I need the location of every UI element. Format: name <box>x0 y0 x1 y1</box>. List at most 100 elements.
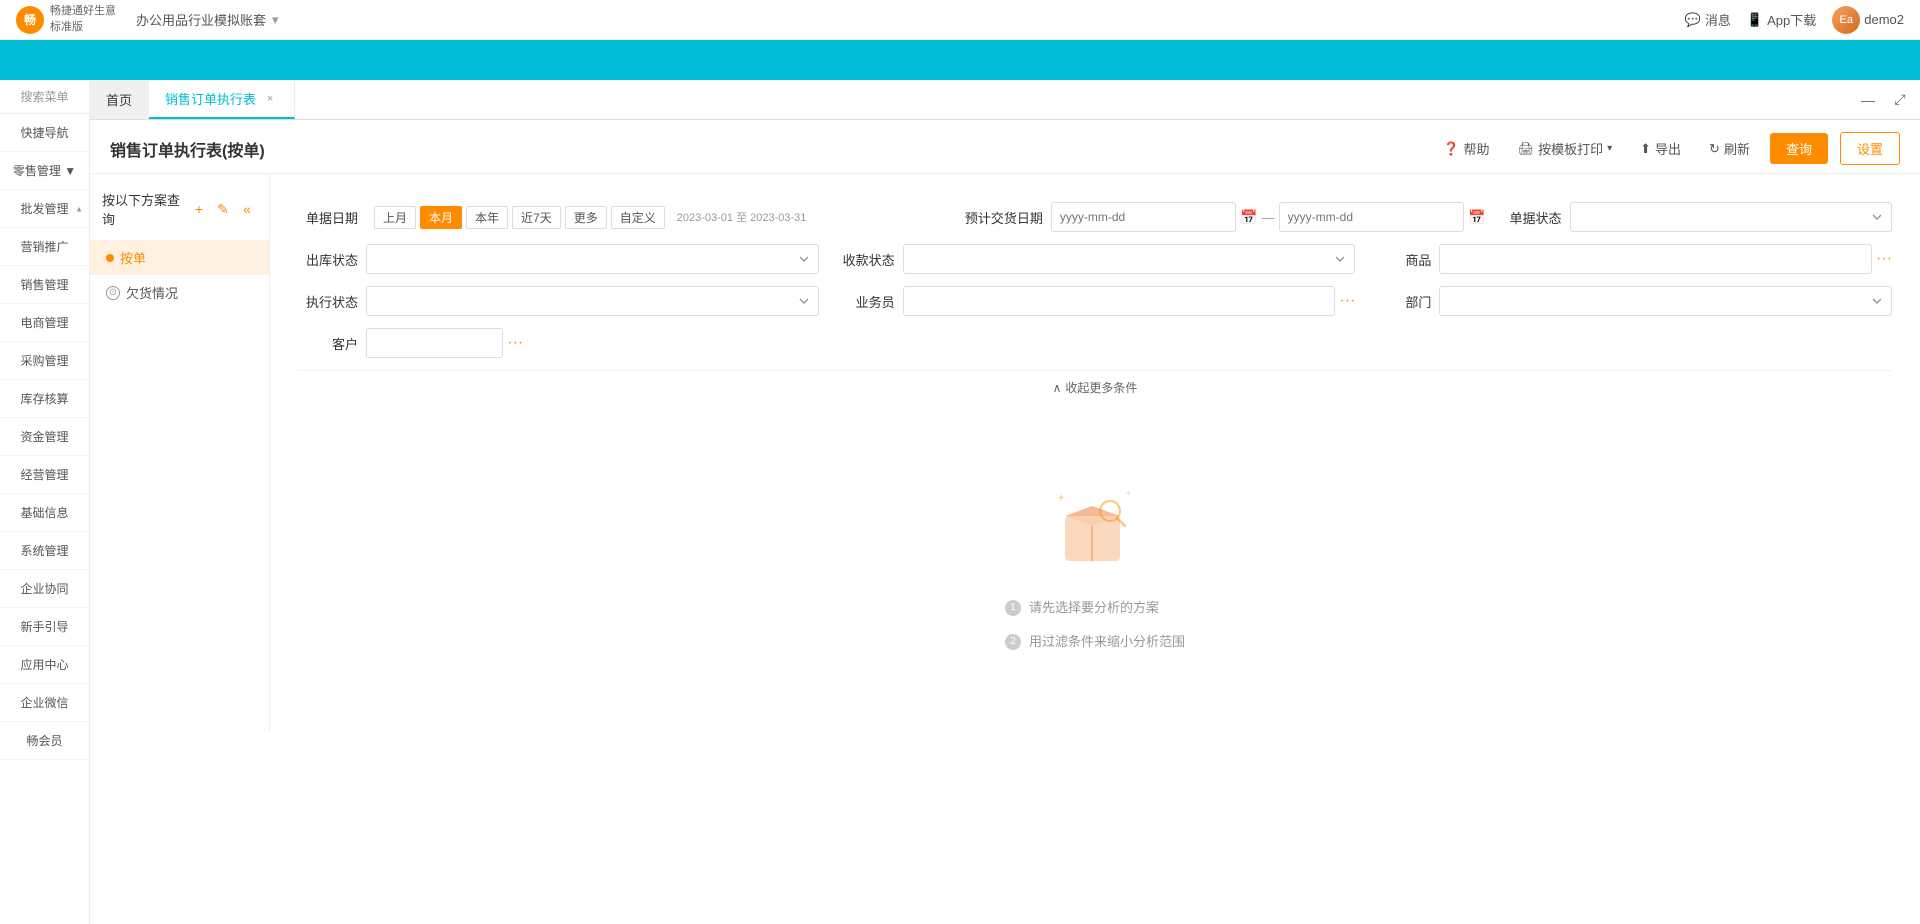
main-layout: 搜索菜单 快捷导航 零售管理 批发管理 营销推广 销售管理 电商管理 采购管理 … <box>0 80 1920 924</box>
filter-row-3: 执行状态 业务员 ··· <box>298 286 1892 316</box>
tab-minimize-button[interactable]: — <box>1856 88 1880 112</box>
empty-hint-2: 2 用过滤条件来缩小分析范围 <box>1005 629 1185 655</box>
salesperson-input[interactable] <box>903 286 1336 316</box>
app-download-button[interactable]: 📱 App下载 <box>1747 10 1816 29</box>
svg-text:✦: ✦ <box>1057 493 1065 504</box>
export-button[interactable]: ⬆ 导出 <box>1632 135 1689 162</box>
message-button[interactable]: 💬 消息 <box>1685 10 1731 29</box>
sidebar-item-app-center[interactable]: 应用中心 <box>0 646 89 684</box>
content-area: 首页 销售订单执行表 × — ⤢ 销售订单执行表(按单) ❓ <box>90 80 1920 924</box>
doc-date-filter: 单据日期 上月 本月 本年 近7天 更多 自定义 <box>298 206 949 229</box>
sidebar-item-wechat[interactable]: 企业微信 <box>0 684 89 722</box>
expected-date-end[interactable] <box>1279 202 1464 232</box>
page-header-actions: ❓ 帮助 🖨 按模板打印 ▾ ⬆ 导出 ↻ <box>1435 132 1900 165</box>
receipt-status-select[interactable] <box>903 244 1356 274</box>
settings-button[interactable]: 设置 <box>1840 132 1900 165</box>
sidebar-item-purchase[interactable]: 采购管理 <box>0 342 89 380</box>
out-status-select[interactable] <box>366 244 819 274</box>
message-icon: 💬 <box>1685 12 1701 28</box>
dept-select[interactable] <box>1439 286 1892 316</box>
collapse-panel-button[interactable]: « <box>237 199 257 219</box>
sidebar-item-quick-nav[interactable]: 快捷导航 <box>0 114 89 152</box>
quick-date-this-month[interactable]: 本月 <box>420 206 462 229</box>
filter-row-2: 出库状态 收款状态 <box>298 244 1892 274</box>
query-button[interactable]: 查询 <box>1770 133 1828 164</box>
header-right: 💬 消息 📱 App下载 Ea demo2 <box>1685 6 1904 34</box>
active-tab-label: 销售订单执行表 <box>165 89 256 108</box>
left-menu-item-backorder[interactable]: ⊙ 欠货情况 <box>90 275 269 310</box>
sidebar-item-system[interactable]: 系统管理 <box>0 532 89 570</box>
help-button[interactable]: ❓ 帮助 <box>1435 135 1497 162</box>
date-range-display: 2023-03-01 至 2023-03-31 <box>677 209 807 225</box>
calendar-start-icon[interactable]: 📅 <box>1240 209 1257 226</box>
sidebar-item-enterprise[interactable]: 企业协同 <box>0 570 89 608</box>
download-icon: 📱 <box>1747 12 1763 28</box>
exec-status-label: 执行状态 <box>298 292 358 311</box>
expected-date-start[interactable] <box>1051 202 1236 232</box>
left-panel-header: 按以下方案查询 + ✎ « <box>90 186 269 232</box>
print-button[interactable]: 🖨 按模板打印 ▾ <box>1510 135 1621 162</box>
sidebar-item-operations[interactable]: 经营管理 <box>0 456 89 494</box>
sidebar-item-basic-info[interactable]: 基础信息 <box>0 494 89 532</box>
salesperson-label: 业务员 <box>835 292 895 311</box>
filter-row-1: 单据日期 上月 本月 本年 近7天 更多 自定义 <box>298 202 1892 232</box>
collapse-icon: ∧ <box>1053 381 1062 395</box>
sidebar-item-guide[interactable]: 新手引导 <box>0 608 89 646</box>
help-icon: ❓ <box>1443 141 1459 157</box>
add-scheme-button[interactable]: + <box>189 199 209 219</box>
quick-date-7days[interactable]: 近7天 <box>512 206 561 229</box>
tab-close-icon[interactable]: × <box>262 91 278 107</box>
sidebar-item-retail[interactable]: 零售管理 <box>0 152 89 190</box>
edit-scheme-button[interactable]: ✎ <box>213 199 233 219</box>
sidebar-search[interactable]: 搜索菜单 <box>0 80 89 114</box>
sidebar-item-member[interactable]: 畅会员 <box>0 722 89 760</box>
doc-status-filter: 单据状态 <box>1502 202 1893 232</box>
refresh-button[interactable]: ↻ 刷新 <box>1701 135 1758 162</box>
search-label: 搜索菜单 <box>20 90 68 104</box>
sidebar-item-inventory[interactable]: 库存核算 <box>0 380 89 418</box>
product-input[interactable] <box>1439 244 1872 274</box>
user-avatar[interactable]: Ea demo2 <box>1832 6 1904 34</box>
logo-icon: 畅 <box>16 6 44 34</box>
customer-picker-icon[interactable]: ··· <box>507 334 523 352</box>
main-container: 按以下方案查询 + ✎ « 按单 ⊙ <box>90 174 1920 731</box>
sidebar-item-finance[interactable]: 资金管理 <box>0 418 89 456</box>
salesperson-picker-icon[interactable]: ··· <box>1339 292 1355 310</box>
empty-state: ✦ ✦ 1 请先选择要分析的方案 2 <box>286 416 1904 715</box>
empty-illustration: ✦ ✦ <box>1045 476 1145 579</box>
avatar: Ea <box>1832 6 1860 34</box>
backorder-icon: ⊙ <box>106 286 120 300</box>
tab-maximize-button[interactable]: ⤢ <box>1888 88 1912 112</box>
sidebar-item-ecommerce[interactable]: 电商管理 <box>0 304 89 342</box>
sidebar-item-marketing[interactable]: 营销推广 <box>0 228 89 266</box>
expected-date-label: 预计交货日期 <box>965 208 1043 227</box>
doc-status-select[interactable] <box>1570 202 1893 232</box>
quick-date-last-month[interactable]: 上月 <box>374 206 416 229</box>
top-header: 畅 畅捷通好生意标准版 办公用品行业模拟账套 ▾ 💬 消息 📱 App下载 Ea… <box>0 0 1920 40</box>
breadcrumb-text: 办公用品行业模拟账套 <box>136 10 266 29</box>
quick-date-this-year[interactable]: 本年 <box>466 206 508 229</box>
calendar-end-icon[interactable]: 📅 <box>1468 209 1485 226</box>
product-filter: 商品 ··· <box>1371 244 1892 274</box>
quick-dates: 上月 本月 本年 近7天 更多 自定义 <box>374 206 665 229</box>
tab-home[interactable]: 首页 <box>90 80 149 119</box>
left-panel: 按以下方案查询 + ✎ « 按单 ⊙ <box>90 174 270 731</box>
sidebar-item-wholesale[interactable]: 批发管理 <box>0 190 89 228</box>
sidebar: 搜索菜单 快捷导航 零售管理 批发管理 营销推广 销售管理 电商管理 采购管理 … <box>0 80 90 924</box>
customer-input[interactable] <box>366 328 503 358</box>
tab-active[interactable]: 销售订单执行表 × <box>149 80 295 119</box>
exec-status-select[interactable] <box>366 286 819 316</box>
left-panel-title: 按以下方案查询 <box>102 190 189 228</box>
breadcrumb-chevron-icon[interactable]: ▾ <box>272 12 279 28</box>
salesperson-filter: 业务员 ··· <box>835 286 1356 316</box>
header-left: 畅 畅捷通好生意标准版 办公用品行业模拟账套 ▾ <box>16 4 279 35</box>
product-picker-icon[interactable]: ··· <box>1876 250 1892 268</box>
quick-date-more[interactable]: 更多 <box>565 206 607 229</box>
collapse-button[interactable]: ∧ 收起更多条件 <box>1053 379 1138 396</box>
collapse-label: 收起更多条件 <box>1065 379 1137 396</box>
print-icon: 🖨 <box>1518 141 1535 157</box>
empty-hint-1: 1 请先选择要分析的方案 <box>1005 595 1185 621</box>
left-menu-item-by-order[interactable]: 按单 <box>90 240 269 275</box>
quick-date-custom[interactable]: 自定义 <box>611 206 665 229</box>
sidebar-item-sales[interactable]: 销售管理 <box>0 266 89 304</box>
